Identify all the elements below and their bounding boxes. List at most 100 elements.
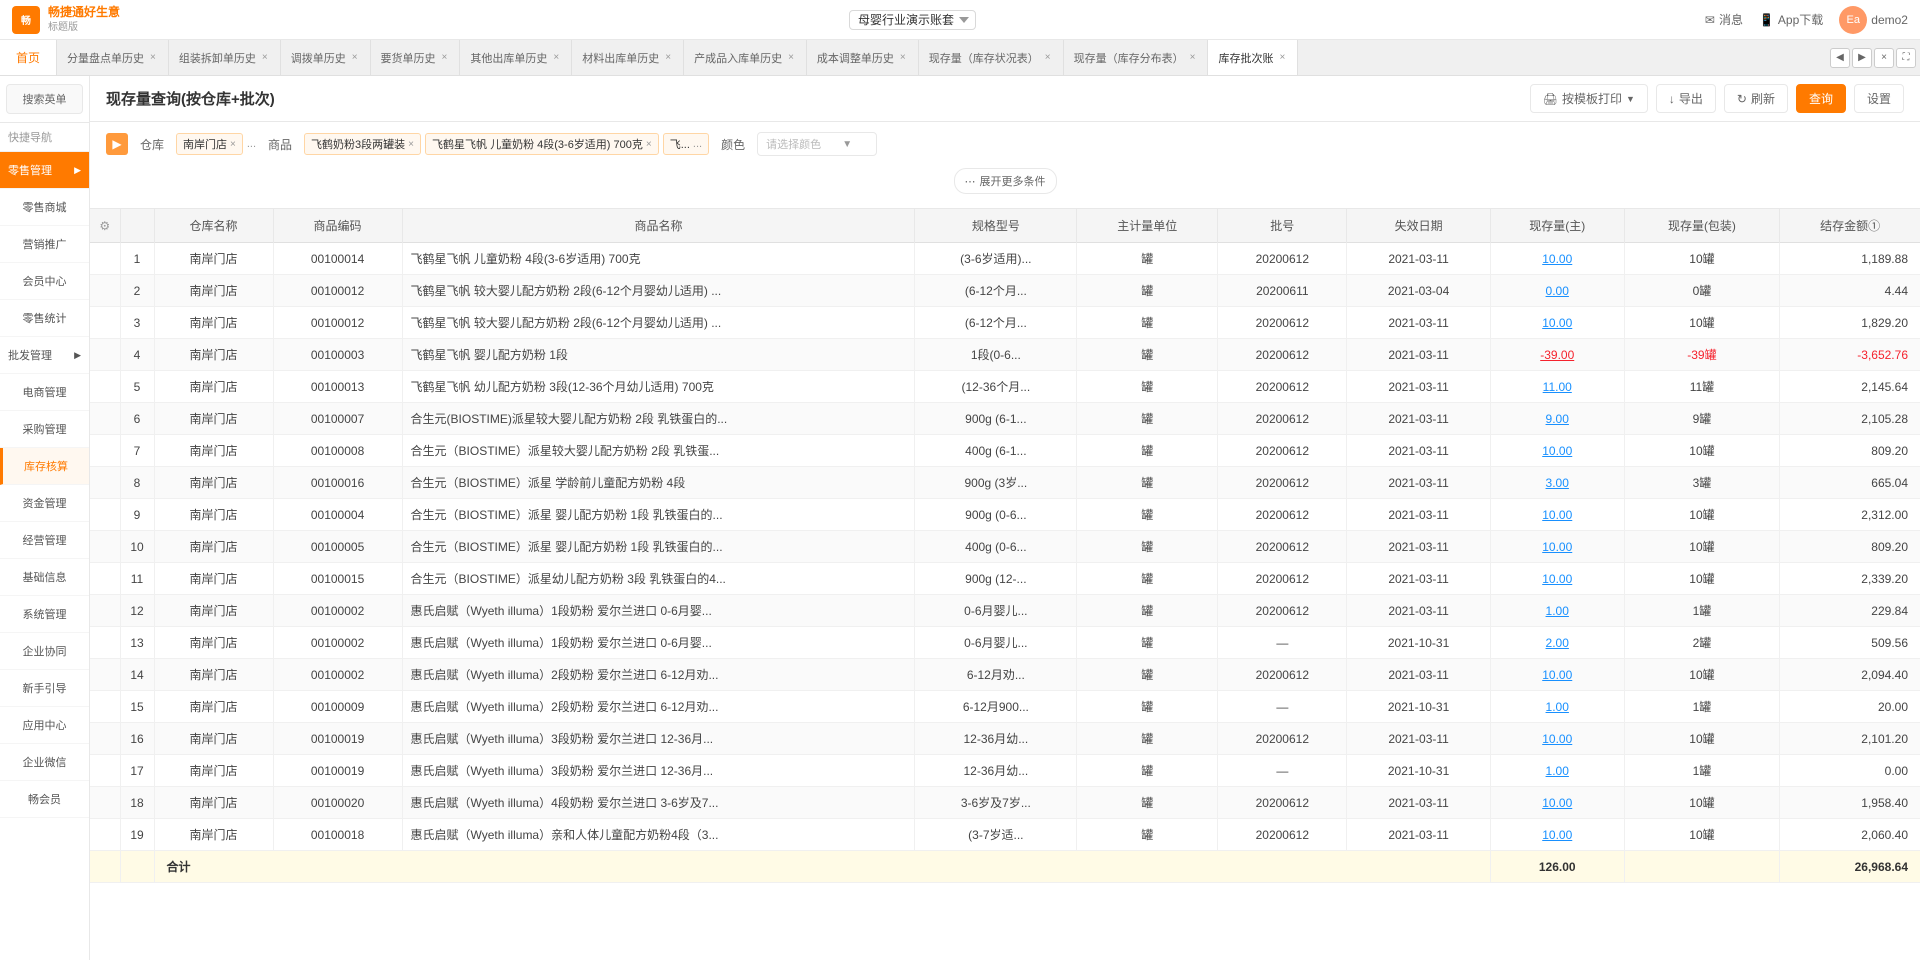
tab-prev-btn[interactable]: ◀ xyxy=(1830,48,1850,68)
row-qty-main-cell[interactable]: 9.00 xyxy=(1490,403,1624,435)
tab-home[interactable]: 首页 xyxy=(0,40,57,75)
sidebar-item-ecommerce[interactable]: 电商管理 xyxy=(0,374,89,411)
export-btn[interactable]: ↓ 导出 xyxy=(1656,84,1716,113)
tab-4-close[interactable]: × xyxy=(440,52,450,63)
message-btn[interactable]: ✉ 消息 xyxy=(1705,11,1743,28)
row-warehouse-cell: 南岸门店 xyxy=(154,563,273,595)
tab-close-all-btn[interactable]: × xyxy=(1874,48,1894,68)
tab-11-close[interactable]: × xyxy=(1277,52,1287,63)
row-batch-cell: — xyxy=(1218,691,1347,723)
search-menu-btn[interactable]: 搜索英单 xyxy=(6,84,83,114)
tab-2-close[interactable]: × xyxy=(260,52,270,63)
row-qty-main-cell[interactable]: 1.00 xyxy=(1490,755,1624,787)
row-qty-main-cell[interactable]: 10.00 xyxy=(1490,531,1624,563)
tab-8-close[interactable]: × xyxy=(898,52,908,63)
sidebar-item-wechat[interactable]: 企业微信 xyxy=(0,744,89,781)
settings-icon[interactable]: ⚙ xyxy=(99,219,110,233)
table-row: 13 南岸门店 00100002 惠氏启赋（Wyeth illuma）1段奶粉 … xyxy=(90,627,1920,659)
product-tag-1-close[interactable]: × xyxy=(408,139,414,150)
row-unit-cell: 罐 xyxy=(1077,339,1218,371)
row-qty-main-cell[interactable]: 10.00 xyxy=(1490,787,1624,819)
row-qty-main-cell[interactable]: 10.00 xyxy=(1490,723,1624,755)
tab-5-close[interactable]: × xyxy=(551,52,561,63)
row-name-cell: 合生元（BIOSTIME）派星 学龄前儿童配方奶粉 4段 xyxy=(402,467,915,499)
row-qty-main-cell[interactable]: 10.00 xyxy=(1490,435,1624,467)
row-qty-main-cell[interactable]: 10.00 xyxy=(1490,563,1624,595)
sidebar-item-operations[interactable]: 经营管理 xyxy=(0,522,89,559)
sidebar-item-wholesale[interactable]: 批发管理 ▶ xyxy=(0,337,89,374)
tab-3-close[interactable]: × xyxy=(350,52,360,63)
tab-6-close[interactable]: × xyxy=(663,52,673,63)
tab-7-close[interactable]: × xyxy=(786,52,796,63)
sidebar-item-inventory[interactable]: 库存核算 xyxy=(0,448,89,485)
query-btn[interactable]: 查询 xyxy=(1796,84,1846,113)
row-warehouse-cell: 南岸门店 xyxy=(154,371,273,403)
row-qty-main-cell[interactable]: 11.00 xyxy=(1490,371,1624,403)
sidebar-item-retail-mgmt[interactable]: 零售管理 ▶ xyxy=(0,152,89,189)
row-index-cell: 2 xyxy=(120,275,154,307)
expand-icon: ⋯ xyxy=(965,175,976,188)
tab-next-btn[interactable]: ▶ xyxy=(1852,48,1872,68)
row-qty-main-cell[interactable]: 2.00 xyxy=(1490,627,1624,659)
product-more[interactable]: ... xyxy=(693,138,702,150)
expand-conditions-btn[interactable]: ⋯ 展开更多条件 xyxy=(954,168,1057,194)
app-download-btn[interactable]: 📱 App下载 xyxy=(1759,11,1823,28)
sidebar-item-system[interactable]: 系统管理 xyxy=(0,596,89,633)
row-qty-main-cell[interactable]: 3.00 xyxy=(1490,467,1624,499)
total-label-cell: 合计 xyxy=(154,851,1490,883)
tab-7[interactable]: 产成品入库单历史 × xyxy=(684,40,807,75)
sidebar-item-basics[interactable]: 基础信息 xyxy=(0,559,89,596)
filter-toggle-btn[interactable]: ▶ xyxy=(106,133,128,155)
row-qty-main-cell[interactable]: 1.00 xyxy=(1490,691,1624,723)
table-row: 12 南岸门店 00100002 惠氏启赋（Wyeth illuma）1段奶粉 … xyxy=(90,595,1920,627)
sidebar-item-finance[interactable]: 资金管理 xyxy=(0,485,89,522)
tab-1[interactable]: 分量盘点单历史 × xyxy=(57,40,169,75)
sidebar-item-member2[interactable]: 畅会员 xyxy=(0,781,89,818)
warehouse-tag-close[interactable]: × xyxy=(230,139,236,150)
sidebar-item-member[interactable]: 会员中心 xyxy=(0,263,89,300)
row-qty-main-cell[interactable]: 0.00 xyxy=(1490,275,1624,307)
tab-9[interactable]: 现存量（库存状况表） × xyxy=(919,40,1064,75)
tab-8[interactable]: 成本调整单历史 × xyxy=(807,40,919,75)
sidebar-item-marketing[interactable]: 营销推广 xyxy=(0,226,89,263)
settings-btn[interactable]: 设置 xyxy=(1854,84,1904,113)
row-qty-main-cell[interactable]: 10.00 xyxy=(1490,243,1624,275)
tab-11[interactable]: 库存批次账 × xyxy=(1208,40,1298,75)
tab-maximize-btn[interactable]: ⛶ xyxy=(1896,48,1916,68)
tab-9-close[interactable]: × xyxy=(1043,52,1053,63)
sidebar-item-collab[interactable]: 企业协同 xyxy=(0,633,89,670)
row-qty-main-cell[interactable]: 10.00 xyxy=(1490,499,1624,531)
account-select[interactable]: 母婴行业演示账套 xyxy=(849,10,976,30)
row-index-cell: 9 xyxy=(120,499,154,531)
tab-4[interactable]: 要货单历史 × xyxy=(371,40,461,75)
row-qty-main-cell[interactable]: 1.00 xyxy=(1490,595,1624,627)
sidebar-item-retail-mall[interactable]: 零售商城 xyxy=(0,189,89,226)
sidebar-item-purchase[interactable]: 采购管理 xyxy=(0,411,89,448)
tab-1-close[interactable]: × xyxy=(148,52,158,63)
sidebar-item-guide[interactable]: 新手引导 xyxy=(0,670,89,707)
row-balance-cell: 509.56 xyxy=(1780,627,1920,659)
color-select[interactable]: 请选择颜色 ▼ xyxy=(757,132,877,156)
tab-10-close[interactable]: × xyxy=(1188,52,1198,63)
row-qty-pkg-cell: 10罐 xyxy=(1624,435,1780,467)
row-qty-main-cell[interactable]: -39.00 xyxy=(1490,339,1624,371)
col-settings[interactable]: ⚙ xyxy=(90,209,120,243)
refresh-btn[interactable]: ↻ 刷新 xyxy=(1724,84,1788,113)
row-qty-main-cell[interactable]: 10.00 xyxy=(1490,659,1624,691)
product-tag-2-close[interactable]: × xyxy=(646,139,652,150)
user-area[interactable]: Ea demo2 xyxy=(1839,6,1908,34)
template-print-btn[interactable]: 🖨 按模板打印 ▼ xyxy=(1530,84,1648,113)
row-index-cell: 19 xyxy=(120,819,154,851)
sidebar-item-retail-stats[interactable]: 零售统计 xyxy=(0,300,89,337)
app-name: 畅捷通好生意 xyxy=(48,5,120,21)
tab-3[interactable]: 调拨单历史 × xyxy=(281,40,371,75)
tab-2[interactable]: 组装拆卸单历史 × xyxy=(169,40,281,75)
tab-10[interactable]: 现存量（库存分布表） × xyxy=(1064,40,1209,75)
warehouse-more[interactable]: ... xyxy=(247,138,256,150)
tab-6[interactable]: 材料出库单历史 × xyxy=(572,40,684,75)
sidebar-item-appcenter[interactable]: 应用中心 xyxy=(0,707,89,744)
row-qty-main-cell[interactable]: 10.00 xyxy=(1490,307,1624,339)
row-spec-cell: 12-36月幼... xyxy=(915,723,1077,755)
tab-5[interactable]: 其他出库单历史 × xyxy=(460,40,572,75)
row-qty-main-cell[interactable]: 10.00 xyxy=(1490,819,1624,851)
